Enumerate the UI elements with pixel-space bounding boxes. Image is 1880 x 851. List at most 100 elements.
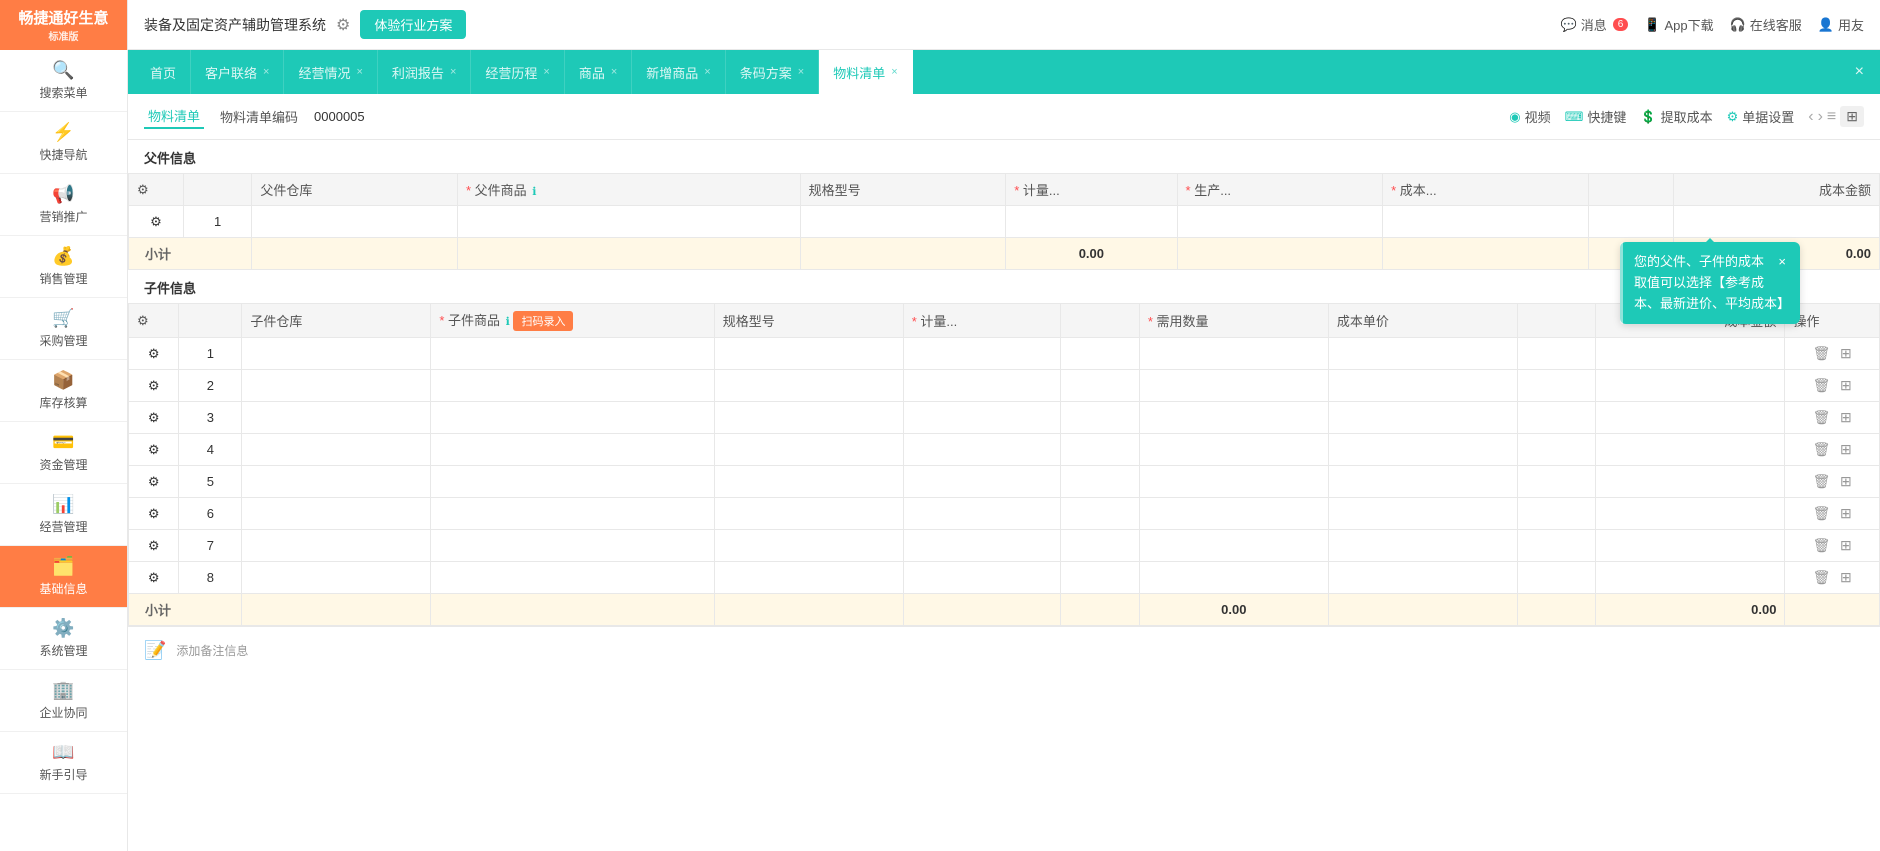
child-required-qty-cell[interactable] (1139, 370, 1328, 402)
tooltip-close-button[interactable]: × (1778, 252, 1786, 273)
copy-icon[interactable]: ⊞ (1840, 537, 1852, 553)
child-cost-amount-cell[interactable] (1596, 402, 1785, 434)
close-all-tabs-button[interactable]: × (1847, 63, 1872, 81)
parent-goods-cell[interactable] (457, 206, 800, 238)
tab-profit-report-close[interactable]: × (450, 66, 456, 78)
sidebar-item-purchase[interactable]: 🛒 采购管理 (0, 298, 127, 360)
row-settings[interactable]: ⚙ (129, 530, 179, 562)
delete-icon[interactable]: 🗑 (1813, 409, 1831, 425)
child-spec-cell[interactable] (714, 434, 903, 466)
row-settings[interactable]: ⚙ (129, 206, 184, 238)
child-warehouse-cell[interactable] (242, 402, 431, 434)
sidebar-item-finance[interactable]: 💳 资金管理 (0, 422, 127, 484)
settings-icon[interactable]: ⚙ (336, 15, 350, 35)
parent-qty-cell[interactable] (1006, 206, 1177, 238)
child-qty-cell[interactable] (903, 434, 1060, 466)
delete-icon[interactable]: 🗑 (1813, 441, 1831, 457)
child-required-qty-cell[interactable] (1139, 402, 1328, 434)
user-avatar-button[interactable]: 👤 用友 (1818, 15, 1864, 34)
child-qty-cell[interactable] (903, 338, 1060, 370)
row-settings[interactable]: ⚙ (129, 402, 179, 434)
child-goods-cell[interactable] (431, 562, 714, 594)
tab-operations-status[interactable]: 经营情况 × (284, 50, 377, 94)
child-qty-cell[interactable] (903, 530, 1060, 562)
child-cost-unit-cell[interactable] (1328, 466, 1517, 498)
sidebar-item-quick-nav[interactable]: ⚡ 快捷导航 (0, 112, 127, 174)
tab-goods-close[interactable]: × (611, 66, 617, 78)
child-cost-amount-cell[interactable] (1596, 530, 1785, 562)
sub-tab-bom-code-label[interactable]: 物料清单编码 (216, 105, 302, 128)
child-qty-cell[interactable] (903, 466, 1060, 498)
child-warehouse-cell[interactable] (242, 434, 431, 466)
child-spec-cell[interactable] (714, 530, 903, 562)
shortcut-action[interactable]: ⌨ 快捷键 (1565, 107, 1627, 126)
child-cost-unit-cell[interactable] (1328, 434, 1517, 466)
parent-cost-cell[interactable] (1383, 206, 1589, 238)
row-settings[interactable]: ⚙ (129, 370, 179, 402)
child-warehouse-cell[interactable] (242, 562, 431, 594)
scan-input-button[interactable]: 扫码录入 (513, 311, 573, 331)
child-required-qty-cell[interactable] (1139, 434, 1328, 466)
child-cost-unit-cell[interactable] (1328, 530, 1517, 562)
copy-icon[interactable]: ⊞ (1840, 377, 1852, 393)
tab-barcode-close[interactable]: × (798, 66, 804, 78)
child-cost-amount-cell[interactable] (1596, 562, 1785, 594)
copy-icon[interactable]: ⊞ (1840, 409, 1852, 425)
child-cost-amount-cell[interactable] (1596, 434, 1785, 466)
child-required-qty-cell[interactable] (1139, 530, 1328, 562)
parent-produce-cell[interactable] (1177, 206, 1383, 238)
experience-button[interactable]: 体验行业方案 (360, 10, 466, 39)
child-goods-cell[interactable] (431, 402, 714, 434)
tab-profit-report[interactable]: 利润报告 × (378, 50, 471, 94)
sidebar-item-enterprise[interactable]: 🏢 企业协同 (0, 670, 127, 732)
info-icon[interactable]: ℹ (532, 186, 536, 198)
sidebar-item-system[interactable]: ⚙️ 系统管理 (0, 608, 127, 670)
child-required-qty-cell[interactable] (1139, 562, 1328, 594)
sidebar-item-search[interactable]: 🔍 搜索菜单 (0, 50, 127, 112)
child-spec-cell[interactable] (714, 338, 903, 370)
row-settings[interactable]: ⚙ (129, 338, 179, 370)
delete-icon[interactable]: 🗑 (1813, 569, 1831, 585)
tab-home[interactable]: 首页 (136, 50, 191, 94)
tab-operations-history[interactable]: 经营历程 × (471, 50, 564, 94)
child-goods-cell[interactable] (431, 498, 714, 530)
child-goods-cell[interactable] (431, 370, 714, 402)
sidebar-item-sales[interactable]: 💰 销售管理 (0, 236, 127, 298)
delete-icon[interactable]: 🗑 (1813, 377, 1831, 393)
child-cost-unit-cell[interactable] (1328, 338, 1517, 370)
tab-operations-status-close[interactable]: × (356, 66, 362, 78)
child-info-icon[interactable]: ℹ (506, 316, 510, 328)
copy-icon[interactable]: ⊞ (1840, 473, 1852, 489)
online-service-button[interactable]: 🎧 在线客服 (1730, 15, 1802, 34)
single-settings-action[interactable]: ⚙ 单据设置 (1727, 107, 1795, 126)
child-qty-cell[interactable] (903, 402, 1060, 434)
delete-icon[interactable]: 🗑 (1813, 505, 1831, 521)
copy-icon[interactable]: ⊞ (1840, 569, 1852, 585)
child-qty-cell[interactable] (903, 370, 1060, 402)
child-goods-cell[interactable] (431, 530, 714, 562)
view-action[interactable]: ◉ 视频 (1509, 107, 1550, 126)
child-cost-unit-cell[interactable] (1328, 562, 1517, 594)
parent-warehouse-cell[interactable] (252, 206, 458, 238)
child-goods-cell[interactable] (431, 466, 714, 498)
row-settings[interactable]: ⚙ (129, 466, 179, 498)
row-settings[interactable]: ⚙ (129, 434, 179, 466)
sidebar-item-marketing[interactable]: 📢 营销推广 (0, 174, 127, 236)
delete-icon[interactable]: 🗑 (1813, 537, 1831, 553)
app-download-button[interactable]: 📱 App下载 (1644, 15, 1713, 34)
delete-icon[interactable]: 🗑 (1813, 345, 1831, 361)
next-button[interactable]: › (1818, 108, 1823, 126)
delete-icon[interactable]: 🗑 (1813, 473, 1831, 489)
parent-cost-amount-cell[interactable] (1674, 206, 1880, 238)
child-cost-amount-cell[interactable] (1596, 338, 1785, 370)
tab-customer-close[interactable]: × (263, 66, 269, 78)
child-required-qty-cell[interactable] (1139, 498, 1328, 530)
tab-bom-close[interactable]: × (891, 66, 897, 78)
th-parent-settings[interactable]: ⚙ (129, 174, 184, 206)
child-spec-cell[interactable] (714, 466, 903, 498)
child-qty-cell[interactable] (903, 498, 1060, 530)
child-spec-cell[interactable] (714, 370, 903, 402)
parent-spec-cell[interactable] (800, 206, 1006, 238)
child-goods-cell[interactable] (431, 434, 714, 466)
tab-operations-history-close[interactable]: × (543, 66, 549, 78)
